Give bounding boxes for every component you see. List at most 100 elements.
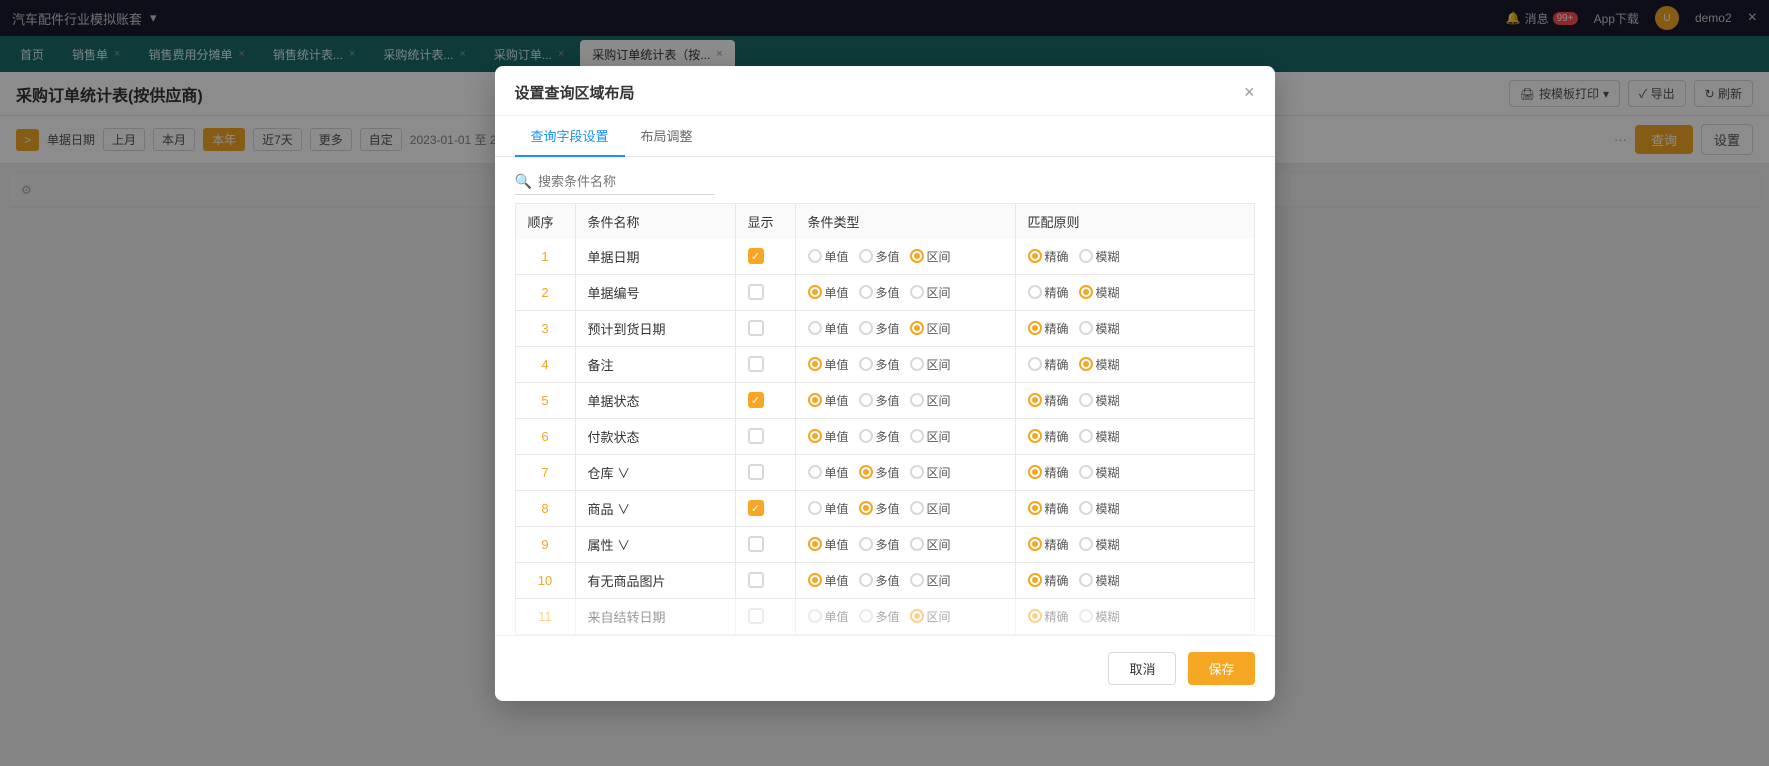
row6-exact[interactable]: 精确 xyxy=(1028,428,1069,445)
row2-display-checkbox[interactable] xyxy=(748,284,764,300)
search-input[interactable] xyxy=(538,174,698,189)
row6-exact-radio[interactable] xyxy=(1028,429,1042,443)
row6-fuzzy-radio[interactable] xyxy=(1079,429,1093,443)
row3-exact-radio[interactable] xyxy=(1028,321,1042,335)
row3-single-radio[interactable] xyxy=(808,321,822,335)
row3-exact[interactable]: 精确 xyxy=(1028,320,1069,337)
row2-exact-radio[interactable] xyxy=(1028,285,1042,299)
row7-range-radio[interactable] xyxy=(910,465,924,479)
dialog-tab-layout[interactable]: 布局调整 xyxy=(625,116,709,157)
row9-range-radio[interactable] xyxy=(910,537,924,551)
row2-single[interactable]: 单值 xyxy=(808,284,849,301)
row1-single-radio[interactable] xyxy=(808,249,822,263)
row8-exact[interactable]: 精确 xyxy=(1028,500,1069,517)
row11-fuzzy[interactable]: 模糊 xyxy=(1079,608,1120,625)
row2-display[interactable] xyxy=(736,275,796,310)
row6-display[interactable] xyxy=(736,419,796,454)
row4-range-radio[interactable] xyxy=(910,357,924,371)
row10-multi-radio[interactable] xyxy=(859,573,873,587)
row8-range[interactable]: 区间 xyxy=(910,500,951,517)
row3-multi[interactable]: 多值 xyxy=(859,320,900,337)
row1-range-radio[interactable] xyxy=(910,249,924,263)
row1-display[interactable]: ✓ xyxy=(736,239,796,274)
row10-range-radio[interactable] xyxy=(910,573,924,587)
row5-multi-radio[interactable] xyxy=(859,393,873,407)
row7-exact-radio[interactable] xyxy=(1028,465,1042,479)
row2-fuzzy[interactable]: 模糊 xyxy=(1079,284,1120,301)
row1-display-checkbox[interactable]: ✓ xyxy=(748,248,764,264)
row3-fuzzy[interactable]: 模糊 xyxy=(1079,320,1120,337)
row11-display-checkbox[interactable] xyxy=(748,608,764,624)
row1-exact-radio[interactable] xyxy=(1028,249,1042,263)
row3-display[interactable] xyxy=(736,311,796,346)
row1-fuzzy[interactable]: 模糊 xyxy=(1079,248,1120,265)
row6-fuzzy[interactable]: 模糊 xyxy=(1079,428,1120,445)
row5-multi[interactable]: 多值 xyxy=(859,392,900,409)
row4-display[interactable] xyxy=(736,347,796,382)
row9-fuzzy[interactable]: 模糊 xyxy=(1079,536,1120,553)
row2-multi-radio[interactable] xyxy=(859,285,873,299)
row5-fuzzy-radio[interactable] xyxy=(1079,393,1093,407)
row8-display-checkbox[interactable]: ✓ xyxy=(748,500,764,516)
row7-display-checkbox[interactable] xyxy=(748,464,764,480)
row10-exact-radio[interactable] xyxy=(1028,573,1042,587)
row5-range-radio[interactable] xyxy=(910,393,924,407)
row2-range-radio[interactable] xyxy=(910,285,924,299)
row4-range[interactable]: 区间 xyxy=(910,356,951,373)
row10-fuzzy-radio[interactable] xyxy=(1079,573,1093,587)
row6-display-checkbox[interactable] xyxy=(748,428,764,444)
row8-fuzzy-radio[interactable] xyxy=(1079,501,1093,515)
row6-multi-radio[interactable] xyxy=(859,429,873,443)
row6-range-radio[interactable] xyxy=(910,429,924,443)
row8-single[interactable]: 单值 xyxy=(808,500,849,517)
row4-multi-radio[interactable] xyxy=(859,357,873,371)
modal-overlay[interactable]: 设置查询区域布局 × 查询字段设置 布局调整 🔍 顺序 条件名称 xyxy=(0,0,1769,766)
row2-fuzzy-radio[interactable] xyxy=(1079,285,1093,299)
row6-range[interactable]: 区间 xyxy=(910,428,951,445)
row3-single[interactable]: 单值 xyxy=(808,320,849,337)
row1-fuzzy-radio[interactable] xyxy=(1079,249,1093,263)
row7-display[interactable] xyxy=(736,455,796,490)
row10-single[interactable]: 单值 xyxy=(808,572,849,589)
row2-exact[interactable]: 精确 xyxy=(1028,284,1069,301)
row9-multi-radio[interactable] xyxy=(859,537,873,551)
row9-exact[interactable]: 精确 xyxy=(1028,536,1069,553)
row7-single[interactable]: 单值 xyxy=(808,464,849,481)
row4-single-radio[interactable] xyxy=(808,357,822,371)
row11-multi[interactable]: 多值 xyxy=(859,608,900,625)
row4-fuzzy-radio[interactable] xyxy=(1079,357,1093,371)
row10-single-radio[interactable] xyxy=(808,573,822,587)
row10-display-checkbox[interactable] xyxy=(748,572,764,588)
row9-display[interactable] xyxy=(736,527,796,562)
row10-exact[interactable]: 精确 xyxy=(1028,572,1069,589)
row8-fuzzy[interactable]: 模糊 xyxy=(1079,500,1120,517)
row9-exact-radio[interactable] xyxy=(1028,537,1042,551)
row2-range[interactable]: 区间 xyxy=(910,284,951,301)
row3-range[interactable]: 区间 xyxy=(910,320,951,337)
row8-single-radio[interactable] xyxy=(808,501,822,515)
row8-multi-radio[interactable] xyxy=(859,501,873,515)
row8-multi[interactable]: 多值 xyxy=(859,500,900,517)
row4-fuzzy[interactable]: 模糊 xyxy=(1079,356,1120,373)
row7-exact[interactable]: 精确 xyxy=(1028,464,1069,481)
row5-exact-radio[interactable] xyxy=(1028,393,1042,407)
row5-display[interactable]: ✓ xyxy=(736,383,796,418)
row11-range[interactable]: 区间 xyxy=(910,608,951,625)
row2-single-radio[interactable] xyxy=(808,285,822,299)
row5-range[interactable]: 区间 xyxy=(910,392,951,409)
row10-multi[interactable]: 多值 xyxy=(859,572,900,589)
row3-multi-radio[interactable] xyxy=(859,321,873,335)
row4-exact-radio[interactable] xyxy=(1028,357,1042,371)
row1-multi[interactable]: 多值 xyxy=(859,248,900,265)
row10-range[interactable]: 区间 xyxy=(910,572,951,589)
row7-multi[interactable]: 多值 xyxy=(859,464,900,481)
row11-multi-radio[interactable] xyxy=(859,609,873,623)
row3-range-radio[interactable] xyxy=(910,321,924,335)
row9-single-radio[interactable] xyxy=(808,537,822,551)
row5-single-radio[interactable] xyxy=(808,393,822,407)
row4-single[interactable]: 单值 xyxy=(808,356,849,373)
save-button[interactable]: 保存 xyxy=(1188,652,1254,685)
row11-exact-radio[interactable] xyxy=(1028,609,1042,623)
row10-fuzzy[interactable]: 模糊 xyxy=(1079,572,1120,589)
row9-fuzzy-radio[interactable] xyxy=(1079,537,1093,551)
